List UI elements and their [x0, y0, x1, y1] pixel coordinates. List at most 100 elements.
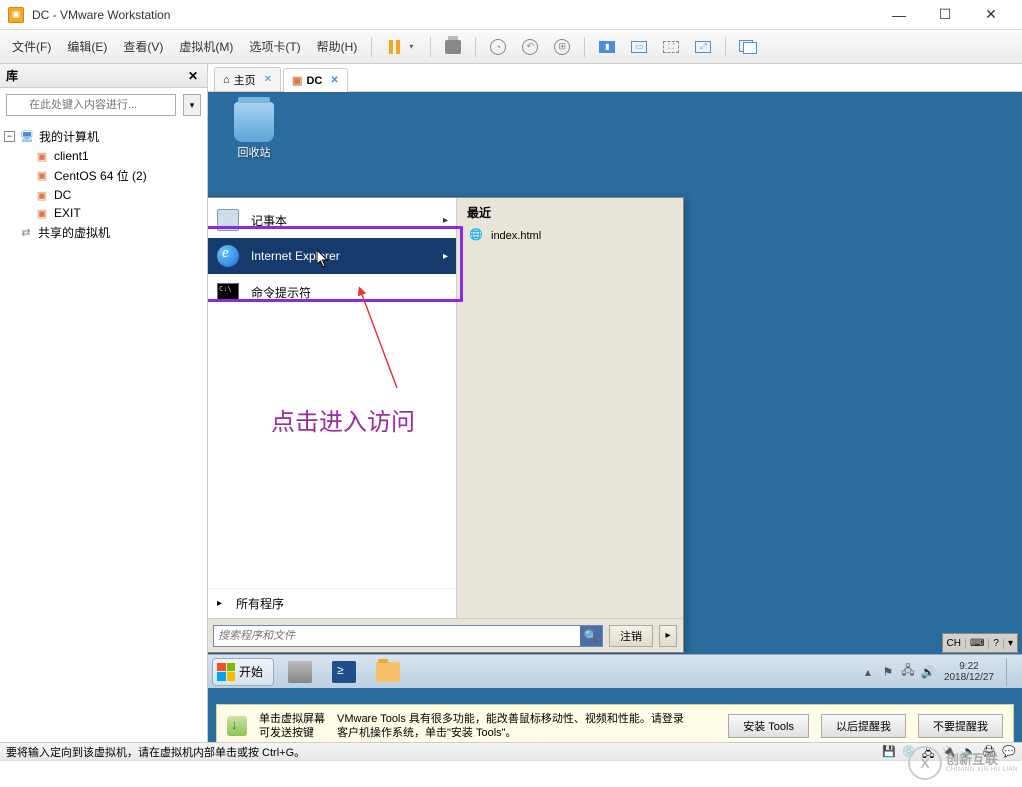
taskbar-server-manager[interactable]	[280, 658, 320, 686]
tree-shared-vms[interactable]: ⇄ 共享的虚拟机	[0, 222, 207, 243]
maximize-button[interactable]: ☐	[922, 0, 968, 30]
tab-close-button[interactable]: ✕	[330, 75, 338, 86]
app-icon: ▣	[8, 7, 24, 23]
tray-up-icon[interactable]: ▴	[860, 664, 876, 680]
tab-home[interactable]: ⌂ 主页 ✕	[214, 67, 281, 91]
lang-help-icon[interactable]: ?	[989, 638, 1004, 649]
tree-label: 共享的虚拟机	[38, 224, 110, 241]
install-tools-button[interactable]: 安装 Tools	[728, 714, 809, 738]
start-button[interactable]: 开始	[212, 658, 274, 686]
statusbar: 要将输入定向到该虚拟机，请在虚拟机内部单击或按 Ctrl+G。 💾 💿 🖧 🔌 …	[0, 742, 1022, 760]
collapse-icon[interactable]: −	[4, 131, 15, 142]
watermark-logo-icon: X	[908, 746, 942, 780]
tree-vm-client1[interactable]: ▣ client1	[0, 147, 207, 165]
language-bar: CH ⌨ ? ▾	[942, 633, 1018, 653]
menu-vm[interactable]: 虚拟机(M)	[173, 34, 239, 59]
tree-vm-centos[interactable]: ▣ CentOS 64 位 (2)	[0, 165, 207, 186]
watermark-name: 创新互联	[946, 753, 1018, 767]
tree-vm-exit[interactable]: ▣ EXIT	[0, 204, 207, 222]
info-left-line1: 单击虚拟屏幕	[259, 712, 325, 726]
library-search-dropdown[interactable]: ▾	[183, 94, 201, 116]
start-item-notepad[interactable]: 记事本 ▸	[208, 202, 456, 238]
tree-label: EXIT	[54, 206, 81, 220]
taskbar-powershell[interactable]	[324, 658, 364, 686]
recent-title: 最近	[467, 204, 673, 221]
view-multimon-button[interactable]	[734, 33, 762, 61]
library-tree: − 🖥 我的计算机 ▣ client1 ▣ CentOS 64 位 (2) ▣ …	[0, 122, 207, 247]
never-remind-button[interactable]: 不要提醒我	[918, 714, 1003, 738]
view-unity-button[interactable]: ▭	[625, 33, 653, 61]
clock-date: 2018/12/27	[944, 672, 994, 683]
tree-label: 我的计算机	[39, 128, 99, 145]
tree-label: CentOS 64 位 (2)	[54, 167, 147, 184]
search-button[interactable]: 🔍	[580, 626, 602, 646]
lang-options-icon[interactable]: ▾	[1004, 638, 1017, 649]
multimon-icon	[739, 40, 757, 54]
library-panel: 库 ✕ ▾ − 🖥 我的计算机 ▣ client1 ▣ CentOS	[0, 64, 208, 742]
snapshot-revert-button[interactable]: ↶	[516, 33, 544, 61]
vmware-tools-infobar: 单击虚拟屏幕 可发送按键 VMware Tools 具有很多功能，能改善鼠标移动…	[216, 704, 1014, 742]
tab-dc[interactable]: ▣ DC ✕	[283, 68, 348, 92]
vm-desktop[interactable]: 回收站 记事本 ▸ Internet Explorer ▸	[208, 92, 1022, 742]
taskbar-explorer[interactable]	[368, 658, 408, 686]
vm-icon: ▣	[292, 74, 302, 87]
menu-tabs[interactable]: 选项卡(T)	[243, 34, 306, 59]
start-item-cmd[interactable]: 命令提示符	[208, 274, 456, 310]
minimize-button[interactable]: —	[876, 0, 922, 30]
snapshot-button[interactable]: ◔	[484, 33, 512, 61]
menu-file[interactable]: 文件(F)	[6, 34, 57, 59]
recycle-bin-icon	[234, 102, 274, 142]
library-close-button[interactable]: ✕	[185, 69, 201, 83]
revert-icon: ↶	[522, 39, 538, 55]
library-search-input[interactable]	[6, 94, 176, 116]
start-item-ie[interactable]: Internet Explorer ▸	[208, 238, 456, 274]
send-ctrl-alt-del-button[interactable]	[439, 33, 467, 61]
view-fullscreen-button[interactable]: ⤢	[689, 33, 717, 61]
tray-network-icon[interactable]: 🖧	[900, 664, 916, 680]
content-area: ⌂ 主页 ✕ ▣ DC ✕ 回收站	[208, 64, 1022, 742]
window-title: DC - VMware Workstation	[32, 8, 876, 22]
show-desktop-button[interactable]	[1006, 658, 1018, 686]
menu-view[interactable]: 查看(V)	[117, 34, 169, 59]
recent-item-label: index.html	[491, 230, 541, 242]
tree-root-my-computer[interactable]: − 🖥 我的计算机	[0, 126, 207, 147]
tab-close-button[interactable]: ✕	[264, 74, 272, 85]
view-fit-button[interactable]: ⛶	[657, 33, 685, 61]
keyboard-icon[interactable]: ⌨	[966, 638, 989, 649]
monitor-icon: 🖥	[19, 130, 35, 144]
status-disk-icon[interactable]: 💾	[882, 745, 896, 759]
server-icon	[288, 661, 312, 683]
tab-label: 主页	[234, 72, 256, 88]
close-button[interactable]: ✕	[968, 0, 1014, 30]
menubar: 文件(F) 编辑(E) 查看(V) 虚拟机(M) 选项卡(T) 帮助(H) ◔ …	[0, 30, 1022, 64]
home-icon: ⌂	[223, 74, 230, 86]
tray-flag-icon[interactable]: ⚑	[880, 664, 896, 680]
tree-label: client1	[54, 149, 89, 163]
all-programs-label: 所有程序	[236, 595, 284, 612]
recycle-bin[interactable]: 回收站	[224, 102, 284, 160]
vm-icon: ▣	[34, 206, 50, 220]
fullscreen-icon: ⤢	[695, 41, 711, 53]
start-search-input[interactable]	[214, 626, 580, 646]
start-menu: 记事本 ▸ Internet Explorer ▸ 命令提示符	[208, 197, 684, 653]
vm-icon: ▣	[34, 188, 50, 202]
menu-edit[interactable]: 编辑(E)	[61, 34, 113, 59]
watermark-sub: CHUANG XIN HU LIAN	[946, 767, 1018, 774]
shutdown-options-button[interactable]: ▸	[659, 625, 677, 647]
start-all-programs[interactable]: ▸ 所有程序	[208, 588, 456, 618]
taskbar-clock[interactable]: 9:22 2018/12/27	[940, 661, 998, 683]
remind-later-button[interactable]: 以后提醒我	[821, 714, 906, 738]
logoff-button[interactable]: 注销	[609, 625, 653, 647]
tray-volume-icon[interactable]: 🔊	[920, 664, 936, 680]
taskbar-tray: ▴ ⚑ 🖧 🔊 9:22 2018/12/27	[856, 658, 1022, 686]
recent-item-index[interactable]: 🌐 index.html	[467, 225, 673, 247]
annotation-text: 点击进入访问	[271, 402, 415, 437]
tree-vm-dc[interactable]: ▣ DC	[0, 186, 207, 204]
pause-button[interactable]	[380, 33, 408, 61]
view-console-button[interactable]: ▮	[593, 33, 621, 61]
lang-indicator[interactable]: CH	[943, 638, 966, 649]
snapshot-manager-button[interactable]: ⊞	[548, 33, 576, 61]
watermark: X 创新互联 CHUANG XIN HU LIAN	[908, 743, 1018, 783]
ie-icon	[215, 244, 241, 268]
menu-help[interactable]: 帮助(H)	[311, 34, 364, 59]
